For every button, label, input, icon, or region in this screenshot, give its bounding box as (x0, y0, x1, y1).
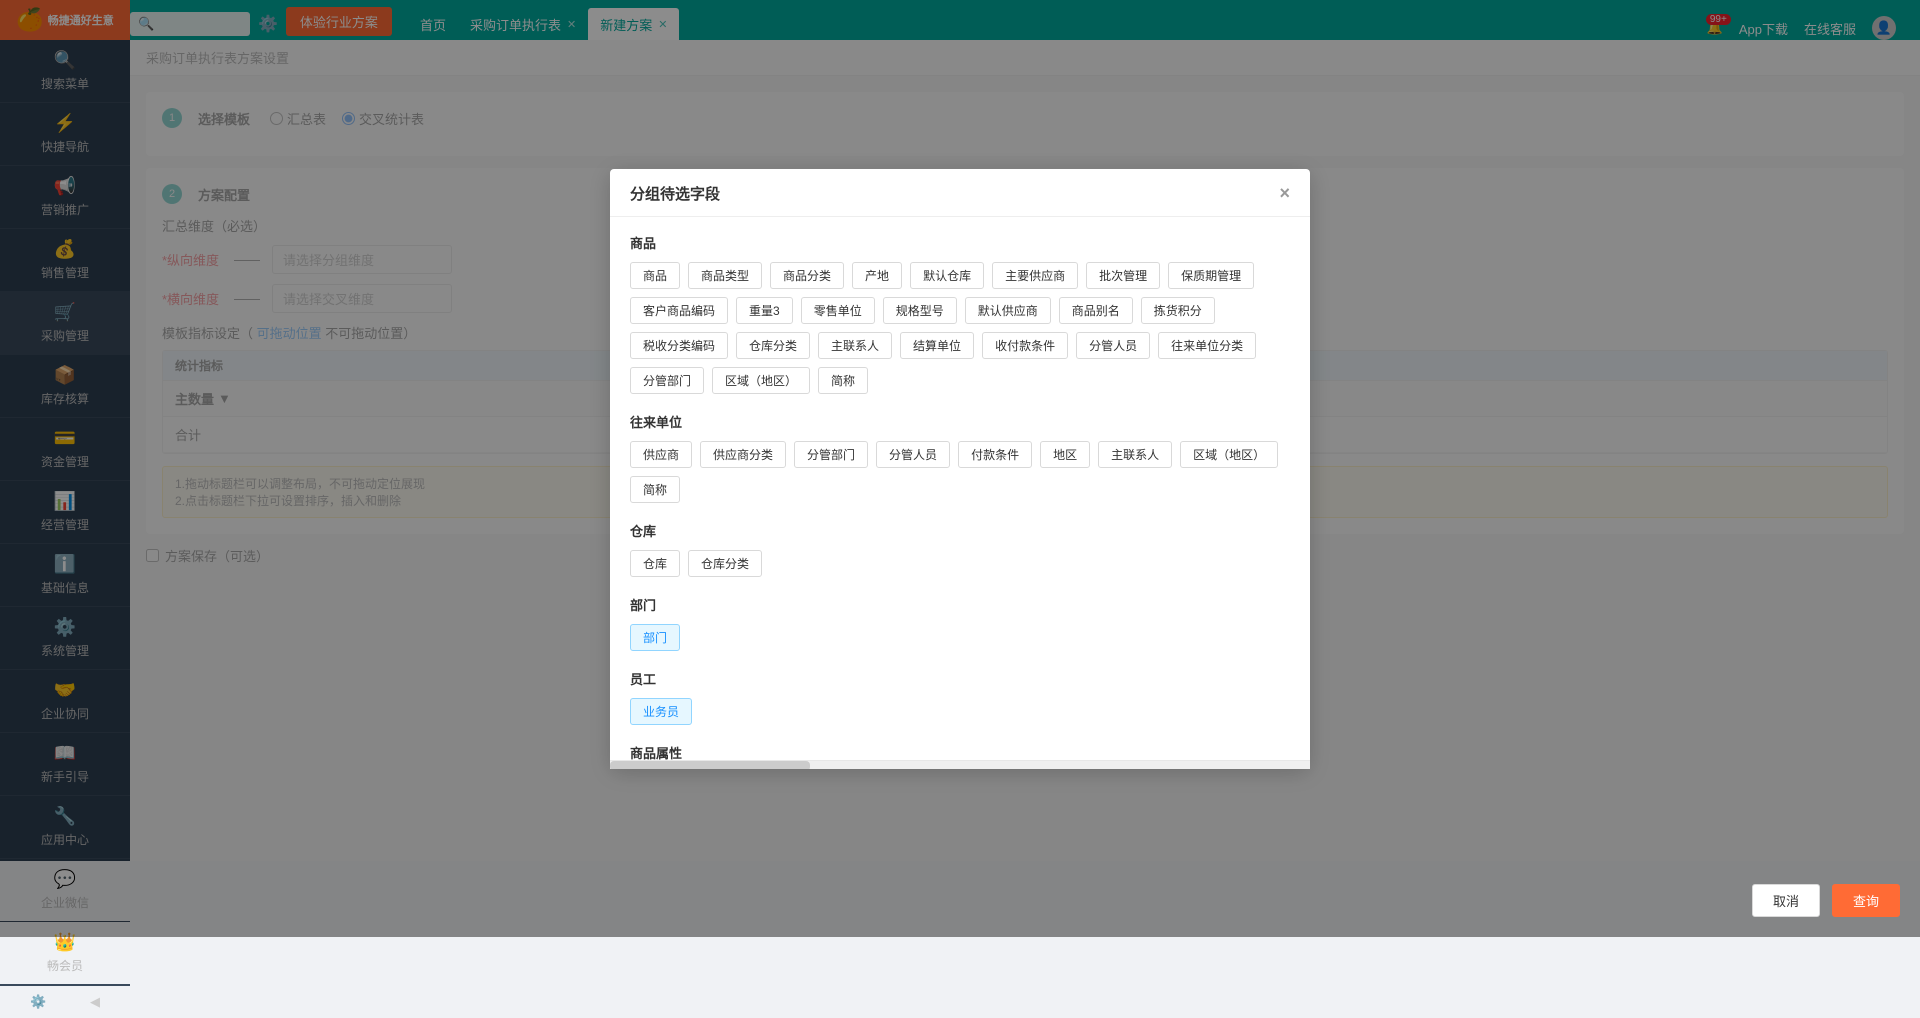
field-pick-points[interactable]: 拣货积分 (1141, 297, 1215, 324)
field-area-partner[interactable]: 区域（地区） (1180, 441, 1278, 468)
field-spec-model[interactable]: 规格型号 (883, 297, 957, 324)
field-short-name-partner[interactable]: 简称 (630, 476, 680, 503)
field-dept-partner[interactable]: 分管部门 (794, 441, 868, 468)
section-warehouse-title: 仓库 (630, 521, 1290, 540)
sidebar-collapse-icon[interactable]: ◀ (90, 994, 100, 1010)
field-origin[interactable]: 产地 (852, 262, 902, 289)
field-retail-unit[interactable]: 零售单位 (801, 297, 875, 324)
field-supervisor-staff[interactable]: 分管人员 (1076, 332, 1150, 359)
field-shelf-life[interactable]: 保质期管理 (1168, 262, 1254, 289)
section-employee: 员工 业务员 (630, 669, 1290, 725)
field-contact-partner[interactable]: 主联系人 (1098, 441, 1172, 468)
section-partner: 往来单位 供应商 供应商分类 分管部门 分管人员 付款条件 地区 主联系人 区域… (630, 412, 1290, 503)
field-warehouse-cat[interactable]: 仓库分类 (688, 550, 762, 577)
field-supplier[interactable]: 供应商 (630, 441, 692, 468)
field-goods-type[interactable]: 商品类型 (688, 262, 762, 289)
field-payment-terms[interactable]: 收付款条件 (982, 332, 1068, 359)
modal-scrollbar-thumb (610, 761, 810, 768)
content-area: 采购订单执行表方案设置 1 选择模板 汇总表 交叉统计表 (130, 40, 1920, 861)
field-short-name-goods[interactable]: 简称 (818, 367, 868, 394)
modal-close-icon[interactable]: × (1279, 184, 1290, 202)
partner-field-grid: 供应商 供应商分类 分管部门 分管人员 付款条件 地区 主联系人 区域（地区） … (630, 441, 1290, 503)
field-pay-terms-partner[interactable]: 付款条件 (958, 441, 1032, 468)
section-product-attr-title: 商品属性 (630, 743, 1290, 761)
field-weight3[interactable]: 重量3 (736, 297, 793, 324)
section-partner-title: 往来单位 (630, 412, 1290, 431)
field-main-supplier[interactable]: 主要供应商 (992, 262, 1078, 289)
field-default-warehouse[interactable]: 默认仓库 (910, 262, 984, 289)
department-field-grid: 部门 (630, 624, 1290, 651)
section-product-attr: 商品属性 属性 颜色 多规格 尺码 鞋码 1 (630, 743, 1290, 761)
modal-body[interactable]: 商品 商品 商品类型 商品分类 产地 默认仓库 主要供应商 批次管理 保质期管理… (610, 217, 1310, 761)
modal-header: 分组待选字段 × (610, 169, 1310, 217)
modal-title: 分组待选字段 (630, 183, 720, 204)
field-department[interactable]: 部门 (630, 624, 680, 651)
field-customer-goods-code[interactable]: 客户商品编码 (630, 297, 728, 324)
cancel-button[interactable]: 取消 (1752, 884, 1820, 917)
field-salesperson[interactable]: 业务员 (630, 698, 692, 725)
warehouse-field-grid: 仓库 仓库分类 (630, 550, 1290, 577)
employee-field-grid: 业务员 (630, 698, 1290, 725)
goods-field-grid: 商品 商品类型 商品分类 产地 默认仓库 主要供应商 批次管理 保质期管理 客户… (630, 262, 1290, 394)
field-goods-category[interactable]: 商品分类 (770, 262, 844, 289)
main-layout: 🔍 搜索菜单 ⚡ 快捷导航 📢 营销推广 💰 销售管理 🛒 采购管理 📦 库存核… (0, 40, 1920, 861)
field-warehouse-category[interactable]: 仓库分类 (736, 332, 810, 359)
field-batch-mgmt[interactable]: 批次管理 (1086, 262, 1160, 289)
sidebar-label-membership: 畅会员 (47, 957, 83, 974)
field-goods-alias[interactable]: 商品别名 (1059, 297, 1133, 324)
modal-overlay: 分组待选字段 × 商品 商品 商品类型 商品分类 产地 默认仓库 (130, 40, 1920, 861)
sidebar-settings-icon[interactable]: ⚙️ (30, 994, 46, 1010)
modal-scrollbar[interactable] (610, 760, 1310, 768)
confirm-button[interactable]: 查询 (1832, 884, 1900, 917)
field-supervisor-dept[interactable]: 分管部门 (630, 367, 704, 394)
field-warehouse[interactable]: 仓库 (630, 550, 680, 577)
field-region-goods[interactable]: 区域（地区） (712, 367, 810, 394)
section-department-title: 部门 (630, 595, 1290, 614)
section-employee-title: 员工 (630, 669, 1290, 688)
field-goods[interactable]: 商品 (630, 262, 680, 289)
field-select-modal: 分组待选字段 × 商品 商品 商品类型 商品分类 产地 默认仓库 (610, 169, 1310, 769)
sidebar-bottom: ⚙️ ◀ (0, 985, 130, 1018)
section-goods: 商品 商品 商品类型 商品分类 产地 默认仓库 主要供应商 批次管理 保质期管理… (630, 233, 1290, 394)
field-staff-partner[interactable]: 分管人员 (876, 441, 950, 468)
field-main-contact[interactable]: 主联系人 (818, 332, 892, 359)
field-region-partner[interactable]: 地区 (1040, 441, 1090, 468)
field-settlement-unit[interactable]: 结算单位 (900, 332, 974, 359)
section-goods-title: 商品 (630, 233, 1290, 252)
section-warehouse: 仓库 仓库 仓库分类 (630, 521, 1290, 577)
field-default-supplier[interactable]: 默认供应商 (965, 297, 1051, 324)
field-tax-code[interactable]: 税收分类编码 (630, 332, 728, 359)
field-partner-category[interactable]: 往来单位分类 (1158, 332, 1256, 359)
field-supplier-category[interactable]: 供应商分类 (700, 441, 786, 468)
page-footer-buttons: 取消 查询 (1752, 884, 1900, 917)
section-department: 部门 部门 (630, 595, 1290, 651)
